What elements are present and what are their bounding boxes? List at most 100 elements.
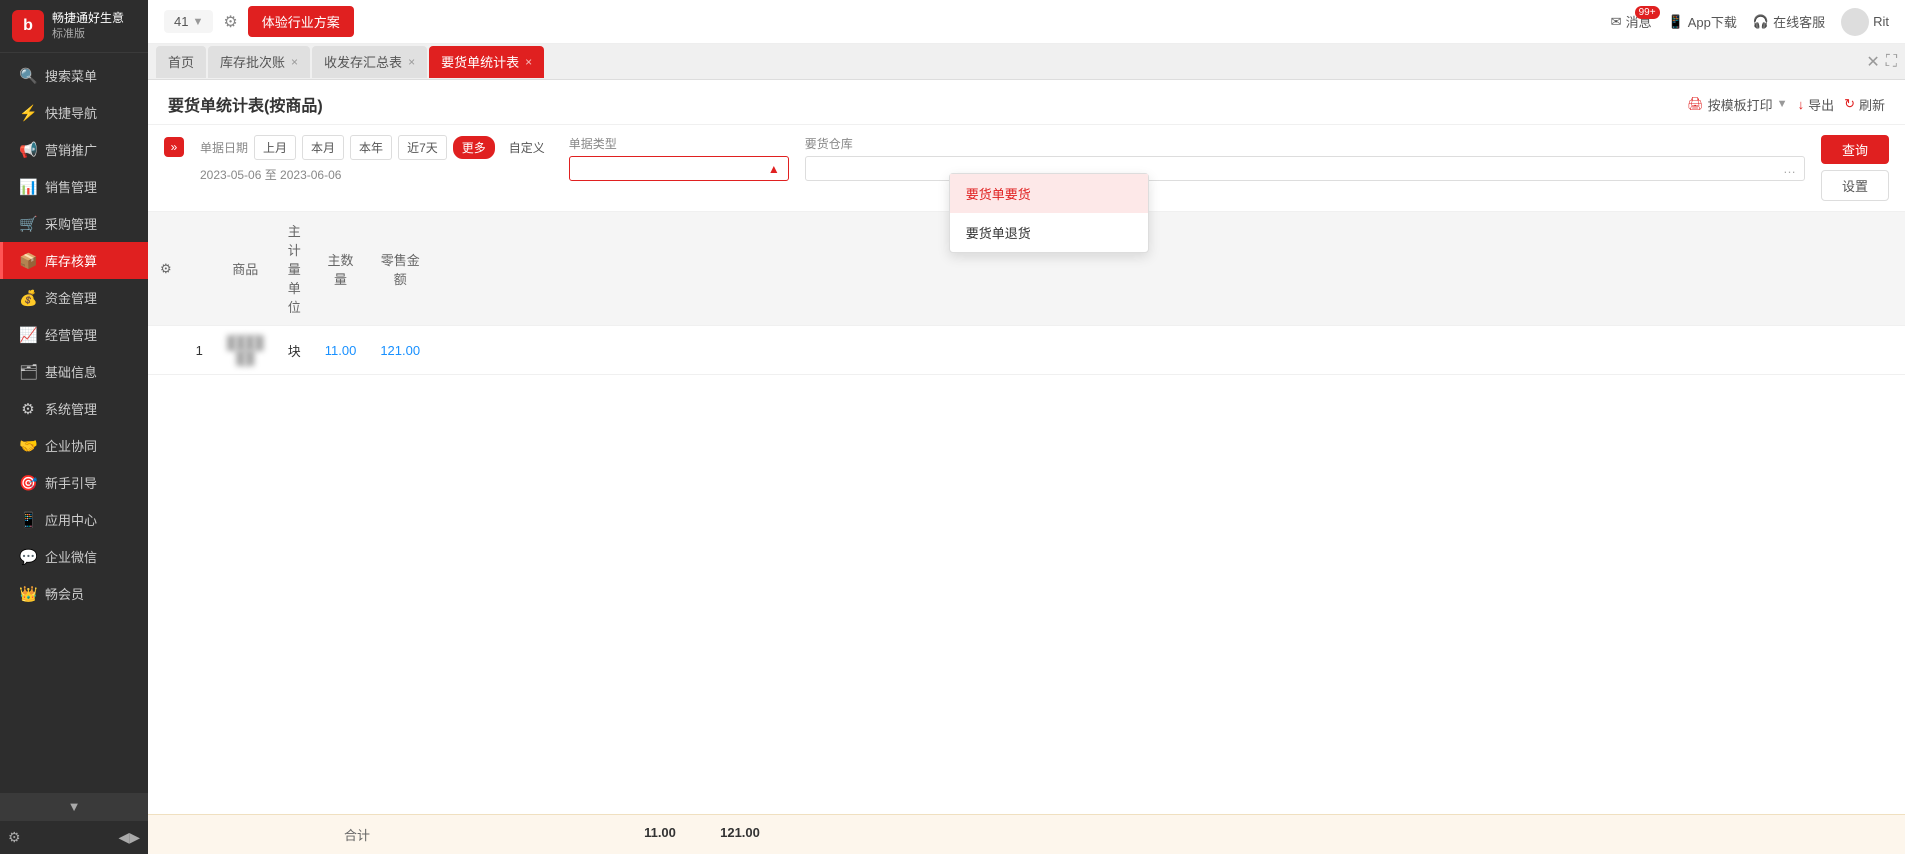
company-selector[interactable]: 41 ▼	[164, 10, 213, 33]
tabs-bar: 首页 库存批次账 × 收发存汇总表 × 要货单统计表 × ✕ ⛶	[148, 44, 1905, 80]
user-name: Rit	[1873, 14, 1889, 29]
row-amount-link[interactable]: 121.00	[380, 343, 420, 358]
gear-icon: ⚙	[19, 400, 37, 418]
trial-button[interactable]: 体验行业方案	[248, 6, 354, 37]
tab-receive[interactable]: 收发存汇总表 ×	[312, 46, 427, 78]
footer-total-label: 合计	[332, 828, 382, 843]
sidebar-item-operation[interactable]: 📈 经营管理	[0, 316, 148, 353]
message-icon: ✉	[1611, 14, 1622, 30]
refresh-label: 刷新	[1859, 95, 1885, 114]
filter-expand-btn[interactable]: »	[164, 137, 184, 157]
online-service-btn[interactable]: 🎧 在线客服	[1753, 12, 1825, 31]
row-qty-link[interactable]: 11.00	[325, 343, 357, 358]
prev-month-btn[interactable]: 上月	[254, 135, 296, 160]
sidebar-item-label: 库存核算	[45, 251, 97, 270]
tab-requisition[interactable]: 要货单统计表 ×	[429, 46, 544, 78]
sidebar-item-label: 资金管理	[45, 288, 97, 307]
company-selector-text: 41	[174, 14, 188, 29]
sidebar-item-search[interactable]: 🔍 搜索菜单	[0, 57, 148, 94]
sidebar-item-guide[interactable]: 🎯 新手引导	[0, 464, 148, 501]
sidebar-item-finance[interactable]: 💰 资金管理	[0, 279, 148, 316]
col-unit: 主计量单位	[276, 212, 313, 326]
sidebar-item-basic[interactable]: 🗂 基础信息	[0, 353, 148, 390]
filter-bar: » 单据日期 上月 本月 本年 近7天 更多 自定义 2023-05-06 至 …	[148, 125, 1905, 212]
settings-button[interactable]: 设置	[1821, 170, 1889, 201]
tab-requisition-close[interactable]: ×	[525, 55, 532, 69]
col-qty: 主数量	[313, 212, 369, 326]
sidebar-logo: b 畅捷通好生意 标准版	[0, 0, 148, 53]
user-avatar[interactable]: Rit	[1841, 8, 1889, 36]
topbar-settings-icon[interactable]: ⚙	[223, 12, 237, 32]
type-input[interactable]: ▲	[569, 156, 789, 181]
cur-month-btn[interactable]: 本月	[302, 135, 344, 160]
handshake-icon: 🤝	[19, 437, 37, 455]
sidebar-item-collab[interactable]: 🤝 企业协同	[0, 427, 148, 464]
money-icon: 💰	[19, 289, 37, 307]
dropdown-item-return[interactable]: 要货单退货	[950, 213, 1148, 252]
sidebar-item-wechat[interactable]: 💬 企业微信	[0, 538, 148, 575]
sidebar-item-label: 企业微信	[45, 547, 97, 566]
column-settings-icon[interactable]: ⚙	[160, 261, 172, 276]
dropdown-item-requisition[interactable]: 要货单要货	[950, 174, 1148, 213]
table-footer: 合计 11.00 121.00	[148, 814, 1905, 854]
export-button[interactable]: ↓ 导出	[1798, 95, 1835, 114]
close-all-tabs-btn[interactable]: ✕	[1866, 52, 1879, 72]
sidebar: b 畅捷通好生意 标准版 🔍 搜索菜单 ⚡ 快捷导航 📢 营销推广 📊 销售管理…	[0, 0, 148, 854]
export-label: 导出	[1808, 95, 1834, 114]
table-area: ⚙ 商品 主计量单位 主数量 零售金额 1	[148, 212, 1905, 814]
tab-home[interactable]: 首页	[156, 46, 206, 78]
sidebar-item-purchase[interactable]: 🛒 采购管理	[0, 205, 148, 242]
warehouse-more-icon[interactable]: …	[1783, 161, 1796, 176]
tab-receive-close[interactable]: ×	[408, 55, 415, 69]
app-download-label: App下载	[1688, 12, 1737, 31]
sidebar-item-inventory[interactable]: 📦 库存核算	[0, 242, 148, 279]
type-filter-group: 单据类型 ▲ 要货单要货 要货单退货	[569, 135, 789, 181]
flash-icon: ⚡	[19, 104, 37, 122]
tab-batch-label: 库存批次账	[220, 52, 285, 71]
type-caret-icon[interactable]: ▲	[768, 162, 780, 176]
sidebar-item-sales[interactable]: 📊 销售管理	[0, 168, 148, 205]
col-goods: 商品	[215, 212, 276, 326]
logo-icon: b	[12, 10, 44, 42]
row-qty: 11.00	[313, 326, 369, 375]
print-icon: 🖨	[1687, 96, 1704, 112]
sidebar-item-quick-nav[interactable]: ⚡ 快捷导航	[0, 94, 148, 131]
col-settings[interactable]: ⚙	[148, 212, 184, 326]
more-date-btn[interactable]: 更多	[453, 136, 495, 159]
footer-amount: 121.00	[700, 825, 780, 844]
sidebar-item-label: 基础信息	[45, 362, 97, 381]
tab-home-label: 首页	[168, 52, 194, 71]
sidebar-item-system[interactable]: ⚙ 系统管理	[0, 390, 148, 427]
tab-batch[interactable]: 库存批次账 ×	[208, 46, 310, 78]
custom-date-btn[interactable]: 自定义	[501, 136, 553, 159]
expand-tabs-btn[interactable]: ⛶	[1886, 53, 1897, 71]
page-header: 要货单统计表(按商品) 🖨 按模板打印 ▼ ↓ 导出 ↻ 刷新	[148, 80, 1905, 125]
messages-btn[interactable]: ✉ 消息 99+	[1611, 12, 1652, 31]
print-button[interactable]: 🖨 按模板打印 ▼	[1687, 95, 1787, 114]
settings-bottom-icon[interactable]: ⚙	[8, 829, 21, 846]
query-button[interactable]: 查询	[1821, 135, 1889, 164]
sidebar-item-apps[interactable]: 📱 应用中心	[0, 501, 148, 538]
sidebar-item-label: 新手引导	[45, 473, 97, 492]
refresh-button[interactable]: ↻ 刷新	[1844, 95, 1885, 114]
sidebar-item-member[interactable]: 👑 畅会员	[0, 575, 148, 612]
date-filter-group: 单据日期 上月 本月 本年 近7天 更多 自定义 2023-05-06 至 20…	[200, 135, 553, 183]
filter-action-btns: 查询 设置	[1821, 135, 1889, 201]
sidebar-item-label: 经营管理	[45, 325, 97, 344]
type-input-field[interactable]	[578, 161, 768, 176]
sidebar-item-marketing[interactable]: 📢 营销推广	[0, 131, 148, 168]
week-btn[interactable]: 近7天	[398, 135, 447, 160]
search-icon: 🔍	[19, 67, 37, 85]
tab-receive-label: 收发存汇总表	[324, 52, 402, 71]
sidebar-item-label: 搜索菜单	[45, 66, 97, 85]
date-filter-label: 单据日期	[200, 139, 248, 156]
sidebar-scroll-down[interactable]: ▼	[0, 793, 148, 820]
collapse-sidebar-btn[interactable]: ◀▶	[118, 829, 140, 846]
tab-batch-close[interactable]: ×	[291, 55, 298, 69]
sidebar-item-label: 快捷导航	[45, 103, 97, 122]
year-btn[interactable]: 本年	[350, 135, 392, 160]
print-chevron-icon: ▼	[1777, 98, 1788, 110]
col-extra	[432, 212, 1905, 326]
app-download-btn[interactable]: 📱 App下载	[1668, 12, 1737, 31]
cart-icon: 🛒	[19, 215, 37, 233]
